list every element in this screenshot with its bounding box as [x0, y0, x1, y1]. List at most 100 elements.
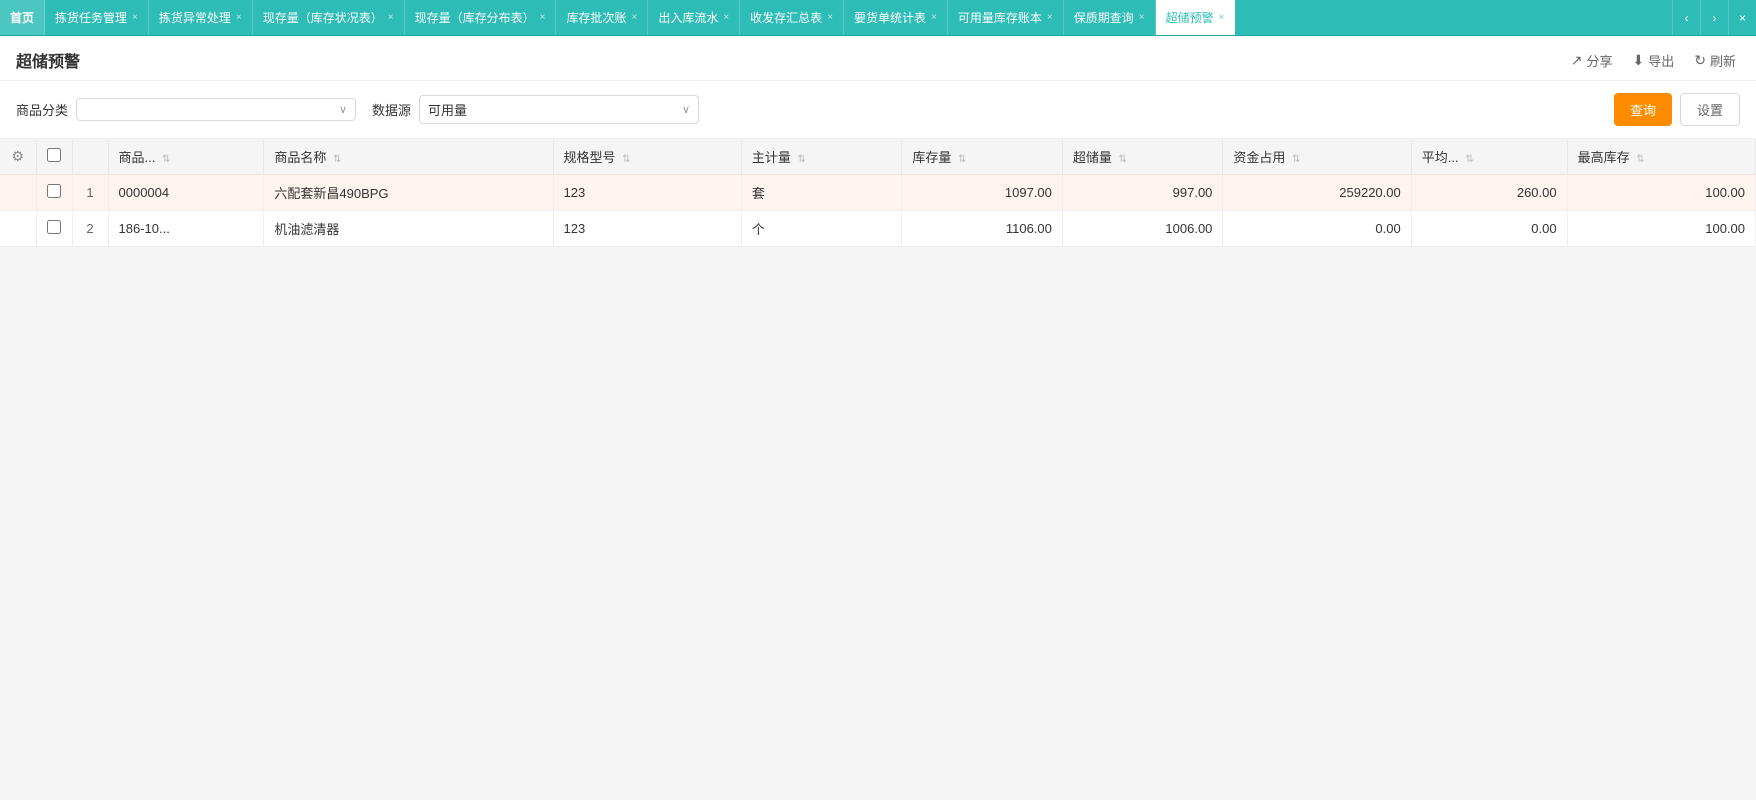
- gear-icon[interactable]: ⚙: [11, 148, 24, 164]
- datasource-select-value: 可用量: [428, 100, 467, 119]
- nav-bar: 首页 拣货任务管理 × 拣货异常处理 × 现存量（库存状况表） × 现存量（库存…: [0, 0, 1756, 36]
- row-capital: 259220.00: [1223, 175, 1411, 211]
- table-row: 2 186-10... 机油滤清器 123 个 1106.00 1006.00 …: [0, 211, 1756, 247]
- filter-bar: 商品分类 ∨ 数据源 可用量 ∨ 查询 设置: [0, 81, 1756, 139]
- query-button[interactable]: 查询: [1614, 93, 1672, 126]
- nav-stock-status[interactable]: 现存量（库存状况表） ×: [253, 0, 405, 35]
- settings-button[interactable]: 设置: [1680, 93, 1740, 126]
- category-select[interactable]: ∨: [76, 98, 356, 121]
- row-index: 2: [72, 211, 108, 247]
- close-icon[interactable]: ×: [540, 12, 546, 23]
- row-product-name: 六配套新昌490BPG: [264, 175, 553, 211]
- page-header: 超储预警 ↗ 分享 ⬇ 导出 ↻ 刷新: [0, 36, 1756, 81]
- row-spec: 123: [553, 211, 741, 247]
- row-avg: 260.00: [1411, 175, 1567, 211]
- row-max-stock: 100.00: [1567, 211, 1755, 247]
- table-header-row: ⚙ 商品... ⇅ 商品名称 ⇅ 规格型号: [0, 139, 1756, 175]
- close-icon[interactable]: ×: [1047, 12, 1053, 23]
- export-button[interactable]: ⬇ 导出: [1629, 49, 1679, 72]
- export-icon: ⬇: [1633, 52, 1645, 69]
- col-capital: 资金占用 ⇅: [1223, 139, 1411, 175]
- nav-flow[interactable]: 出入库流水 ×: [648, 0, 740, 35]
- datasource-label: 数据源: [372, 100, 411, 119]
- row-stock: 1097.00: [902, 175, 1063, 211]
- nav-order-stats[interactable]: 要货单统计表 ×: [844, 0, 948, 35]
- select-all-checkbox[interactable]: [47, 148, 61, 162]
- nav-batch-account[interactable]: 库存批次账 ×: [556, 0, 648, 35]
- refresh-button[interactable]: ↻ 刷新: [1690, 49, 1740, 72]
- sort-icon[interactable]: ⇅: [958, 154, 966, 165]
- row-max-stock: 100.00: [1567, 175, 1755, 211]
- nav-left-arrow[interactable]: ‹: [1672, 0, 1700, 36]
- sort-icon[interactable]: ⇅: [1636, 154, 1644, 165]
- row-checkbox-cell[interactable]: [36, 211, 72, 247]
- table-body: 1 0000004 六配套新昌490BPG 123 套 1097.00 997.…: [0, 175, 1756, 247]
- category-label: 商品分类: [16, 100, 68, 119]
- datasource-filter-group: 数据源 可用量 ∨: [372, 95, 699, 124]
- sort-icon[interactable]: ⇅: [798, 154, 806, 165]
- row-unit: 个: [741, 211, 902, 247]
- nav-exception[interactable]: 拣货异常处理 ×: [149, 0, 253, 35]
- col-avg: 平均... ⇅: [1411, 139, 1567, 175]
- row-settings-cell: [0, 211, 36, 247]
- row-stock: 1106.00: [902, 211, 1063, 247]
- table-row: 1 0000004 六配套新昌490BPG 123 套 1097.00 997.…: [0, 175, 1756, 211]
- sort-icon[interactable]: ⇅: [622, 154, 630, 165]
- col-max-stock: 最高库存 ⇅: [1567, 139, 1755, 175]
- nav-available-stock[interactable]: 可用量库存账本 ×: [948, 0, 1064, 35]
- row-overstock: 1006.00: [1062, 211, 1223, 247]
- row-product-name: 机油滤清器: [264, 211, 553, 247]
- share-icon: ↗: [1571, 52, 1583, 69]
- nav-arrows: ‹ › ×: [1672, 0, 1756, 36]
- page-actions: ↗ 分享 ⬇ 导出 ↻ 刷新: [1567, 49, 1740, 72]
- nav-summary[interactable]: 收发存汇总表 ×: [740, 0, 844, 35]
- sort-icon[interactable]: ⇅: [162, 154, 170, 165]
- row-product-code: 186-10...: [108, 211, 264, 247]
- close-icon[interactable]: ×: [827, 12, 833, 23]
- close-icon[interactable]: ×: [631, 12, 637, 23]
- row-checkbox[interactable]: [47, 184, 61, 198]
- nav-task-mgmt[interactable]: 拣货任务管理 ×: [45, 0, 149, 35]
- datasource-select[interactable]: 可用量 ∨: [419, 95, 699, 124]
- row-index: 1: [72, 175, 108, 211]
- sort-icon[interactable]: ⇅: [333, 154, 341, 165]
- chevron-down-icon: ∨: [339, 103, 347, 116]
- close-icon[interactable]: ×: [1219, 12, 1225, 23]
- close-icon[interactable]: ×: [388, 12, 394, 23]
- close-icon[interactable]: ×: [132, 12, 138, 23]
- row-avg: 0.00: [1411, 211, 1567, 247]
- nav-home[interactable]: 首页: [0, 0, 45, 35]
- col-index: [72, 139, 108, 175]
- col-overstock: 超储量 ⇅: [1062, 139, 1223, 175]
- col-settings: ⚙: [0, 139, 36, 175]
- row-spec: 123: [553, 175, 741, 211]
- nav-stock-dist[interactable]: 现存量（库存分布表） ×: [405, 0, 557, 35]
- close-icon[interactable]: ×: [931, 12, 937, 23]
- row-checkbox[interactable]: [47, 220, 61, 234]
- filter-buttons: 查询 设置: [1614, 93, 1740, 126]
- nav-expiry[interactable]: 保质期查询 ×: [1064, 0, 1156, 35]
- category-filter-group: 商品分类 ∨: [16, 98, 356, 121]
- row-unit: 套: [741, 175, 902, 211]
- sort-icon[interactable]: ⇅: [1119, 154, 1127, 165]
- row-settings-cell: [0, 175, 36, 211]
- row-product-code: 0000004: [108, 175, 264, 211]
- row-capital: 0.00: [1223, 211, 1411, 247]
- close-icon[interactable]: ×: [236, 12, 242, 23]
- close-icon[interactable]: ×: [723, 12, 729, 23]
- col-unit: 主计量 ⇅: [741, 139, 902, 175]
- page-container: 超储预警 ↗ 分享 ⬇ 导出 ↻ 刷新 商品分类 ∨ 数据源: [0, 36, 1756, 247]
- sort-icon[interactable]: ⇅: [1292, 154, 1300, 165]
- share-button[interactable]: ↗ 分享: [1567, 49, 1617, 72]
- chevron-down-icon: ∨: [682, 103, 690, 116]
- row-checkbox-cell[interactable]: [36, 175, 72, 211]
- sort-icon[interactable]: ⇅: [1465, 154, 1473, 165]
- data-table: ⚙ 商品... ⇅ 商品名称 ⇅ 规格型号: [0, 139, 1756, 247]
- nav-close-arrow[interactable]: ×: [1728, 0, 1756, 36]
- col-product-name: 商品名称 ⇅: [264, 139, 553, 175]
- nav-overstock[interactable]: 超储预警 ×: [1156, 0, 1236, 35]
- col-checkbox: [36, 139, 72, 175]
- nav-right-arrow[interactable]: ›: [1700, 0, 1728, 36]
- table-container: ⚙ 商品... ⇅ 商品名称 ⇅ 规格型号: [0, 139, 1756, 247]
- close-icon[interactable]: ×: [1139, 12, 1145, 23]
